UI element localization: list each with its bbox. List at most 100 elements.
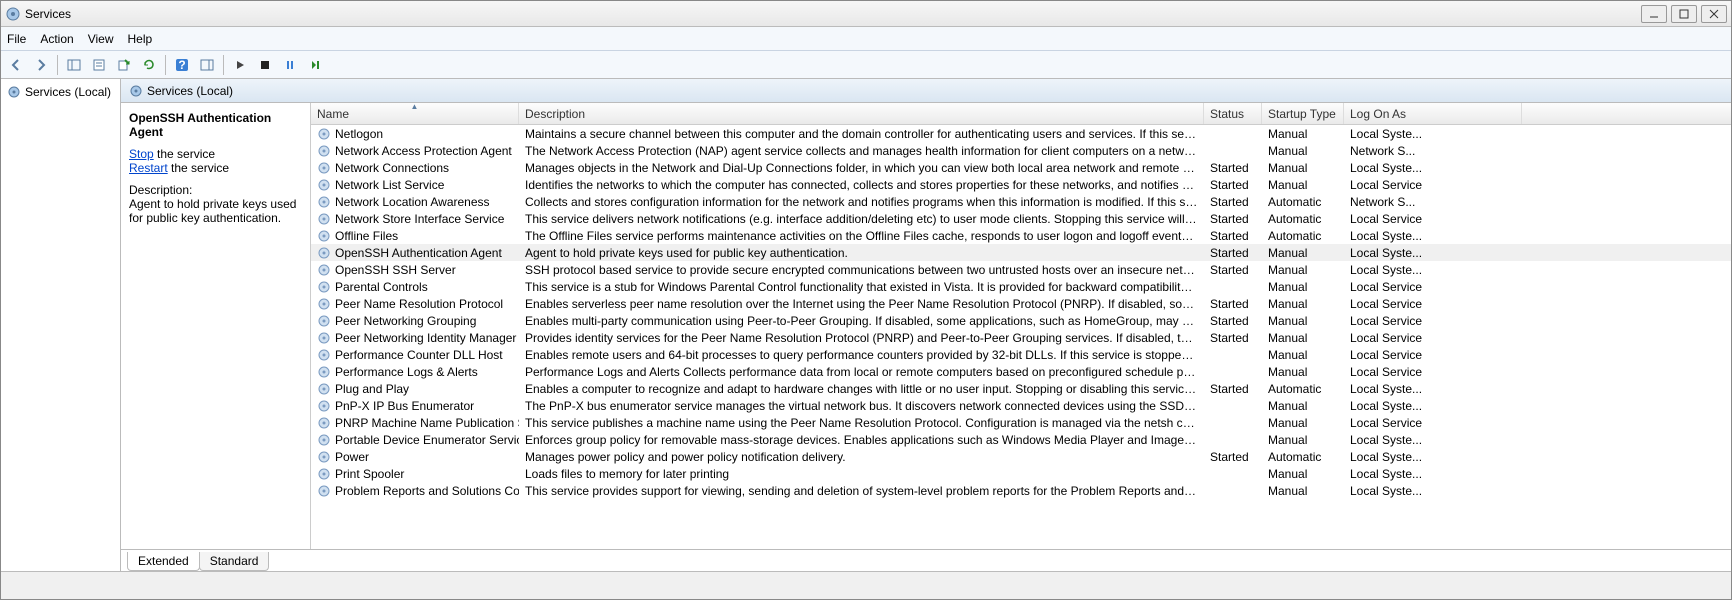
- table-row[interactable]: Peer Networking GroupingEnables multi-pa…: [311, 312, 1731, 329]
- cell-log-on-as: Local Syste...: [1344, 246, 1522, 260]
- cell-name: Network Store Interface Service: [311, 212, 519, 226]
- gear-icon: [317, 127, 331, 141]
- table-row[interactable]: Peer Networking Identity ManagerProvides…: [311, 329, 1731, 346]
- back-button[interactable]: [5, 54, 27, 76]
- col-name[interactable]: Name▲: [311, 103, 519, 124]
- description-text: Agent to hold private keys used for publ…: [129, 197, 302, 225]
- cell-startup-type: Manual: [1262, 314, 1344, 328]
- table-row[interactable]: PowerManages power policy and power poli…: [311, 448, 1731, 465]
- cell-status: Started: [1204, 195, 1262, 209]
- cell-log-on-as: Local Service: [1344, 348, 1522, 362]
- restart-service-button[interactable]: [304, 54, 326, 76]
- menu-file[interactable]: File: [7, 32, 26, 46]
- table-row[interactable]: Network List ServiceIdentifies the netwo…: [311, 176, 1731, 193]
- table-row[interactable]: OpenSSH SSH ServerSSH protocol based ser…: [311, 261, 1731, 278]
- restart-link[interactable]: Restart: [129, 161, 168, 175]
- cell-log-on-as: Local Syste...: [1344, 263, 1522, 277]
- export-button[interactable]: [113, 54, 135, 76]
- cell-log-on-as: Local Syste...: [1344, 229, 1522, 243]
- cell-status: Started: [1204, 161, 1262, 175]
- cell-description: Manages power policy and power policy no…: [519, 450, 1204, 464]
- cell-status: Started: [1204, 450, 1262, 464]
- stop-link[interactable]: Stop: [129, 147, 154, 161]
- menu-action[interactable]: Action: [40, 32, 73, 46]
- table-row[interactable]: NetlogonMaintains a secure channel betwe…: [311, 125, 1731, 142]
- cell-startup-type: Automatic: [1262, 229, 1344, 243]
- refresh-button[interactable]: [138, 54, 160, 76]
- col-startup-type[interactable]: Startup Type: [1262, 103, 1344, 124]
- forward-button[interactable]: [30, 54, 52, 76]
- stop-service-button[interactable]: [254, 54, 276, 76]
- gear-icon: [317, 467, 331, 481]
- show-hide-action-pane-button[interactable]: [196, 54, 218, 76]
- gear-icon: [317, 144, 331, 158]
- tab-standard[interactable]: Standard: [199, 552, 270, 571]
- cell-name: Parental Controls: [311, 280, 519, 294]
- table-row[interactable]: Print SpoolerLoads files to memory for l…: [311, 465, 1731, 482]
- cell-startup-type: Manual: [1262, 127, 1344, 141]
- cell-log-on-as: Local Syste...: [1344, 161, 1522, 175]
- help-button[interactable]: ?: [171, 54, 193, 76]
- cell-description: The Network Access Protection (NAP) agen…: [519, 144, 1204, 158]
- minimize-button[interactable]: [1641, 5, 1667, 23]
- gear-icon: [317, 348, 331, 362]
- view-tabs: Extended Standard: [121, 549, 1731, 571]
- menu-view[interactable]: View: [88, 32, 114, 46]
- gear-icon: [317, 450, 331, 464]
- show-hide-tree-button[interactable]: [63, 54, 85, 76]
- cell-startup-type: Manual: [1262, 246, 1344, 260]
- cell-name: Problem Reports and Solutions Contr...: [311, 484, 519, 498]
- table-row[interactable]: Network Store Interface ServiceThis serv…: [311, 210, 1731, 227]
- cell-log-on-as: Local Service: [1344, 212, 1522, 226]
- cell-log-on-as: Local Syste...: [1344, 382, 1522, 396]
- status-bar: [1, 571, 1731, 599]
- table-row[interactable]: Performance Logs & AlertsPerformance Log…: [311, 363, 1731, 380]
- pause-service-button[interactable]: [279, 54, 301, 76]
- cell-description: The PnP-X bus enumerator service manages…: [519, 399, 1204, 413]
- tree-root-label: Services (Local): [25, 85, 111, 99]
- table-row[interactable]: Parental ControlsThis service is a stub …: [311, 278, 1731, 295]
- table-row[interactable]: Network Access Protection AgentThe Netwo…: [311, 142, 1731, 159]
- table-row[interactable]: PNRP Machine Name Publication Ser...This…: [311, 414, 1731, 431]
- service-rows[interactable]: NetlogonMaintains a secure channel betwe…: [311, 125, 1731, 549]
- cell-startup-type: Manual: [1262, 399, 1344, 413]
- col-description[interactable]: Description: [519, 103, 1204, 124]
- cell-startup-type: Manual: [1262, 467, 1344, 481]
- tree-root[interactable]: Services (Local): [1, 83, 120, 101]
- table-row[interactable]: Plug and PlayEnables a computer to recog…: [311, 380, 1731, 397]
- col-status[interactable]: Status: [1204, 103, 1262, 124]
- menu-help[interactable]: Help: [128, 32, 153, 46]
- cell-name: OpenSSH Authentication Agent: [311, 246, 519, 260]
- cell-name: Netlogon: [311, 127, 519, 141]
- close-button[interactable]: [1701, 5, 1727, 23]
- table-row[interactable]: Network ConnectionsManages objects in th…: [311, 159, 1731, 176]
- table-row[interactable]: Portable Device Enumerator ServiceEnforc…: [311, 431, 1731, 448]
- col-log-on-as[interactable]: Log On As: [1344, 103, 1522, 124]
- maximize-button[interactable]: [1671, 5, 1697, 23]
- table-row[interactable]: Network Location AwarenessCollects and s…: [311, 193, 1731, 210]
- table-row[interactable]: OpenSSH Authentication AgentAgent to hol…: [311, 244, 1731, 261]
- table-row[interactable]: Performance Counter DLL HostEnables remo…: [311, 346, 1731, 363]
- cell-log-on-as: Local Syste...: [1344, 484, 1522, 498]
- gear-icon: [129, 84, 143, 98]
- tab-extended[interactable]: Extended: [127, 552, 200, 571]
- table-row[interactable]: Problem Reports and Solutions Contr...Th…: [311, 482, 1731, 499]
- cell-description: Collects and stores configuration inform…: [519, 195, 1204, 209]
- cell-startup-type: Manual: [1262, 297, 1344, 311]
- table-row[interactable]: Offline FilesThe Offline Files service p…: [311, 227, 1731, 244]
- gear-icon: [317, 416, 331, 430]
- start-service-button[interactable]: [229, 54, 251, 76]
- table-row[interactable]: Peer Name Resolution ProtocolEnables ser…: [311, 295, 1731, 312]
- cell-startup-type: Automatic: [1262, 450, 1344, 464]
- cell-description: This service publishes a machine name us…: [519, 416, 1204, 430]
- cell-startup-type: Manual: [1262, 331, 1344, 345]
- cell-log-on-as: Network S...: [1344, 144, 1522, 158]
- cell-status: Started: [1204, 263, 1262, 277]
- cell-status: Started: [1204, 246, 1262, 260]
- table-row[interactable]: PnP-X IP Bus EnumeratorThe PnP-X bus enu…: [311, 397, 1731, 414]
- cell-startup-type: Manual: [1262, 348, 1344, 362]
- cell-description: This service is a stub for Windows Paren…: [519, 280, 1204, 294]
- gear-icon: [317, 484, 331, 498]
- properties-button[interactable]: [88, 54, 110, 76]
- cell-log-on-as: Local Syste...: [1344, 433, 1522, 447]
